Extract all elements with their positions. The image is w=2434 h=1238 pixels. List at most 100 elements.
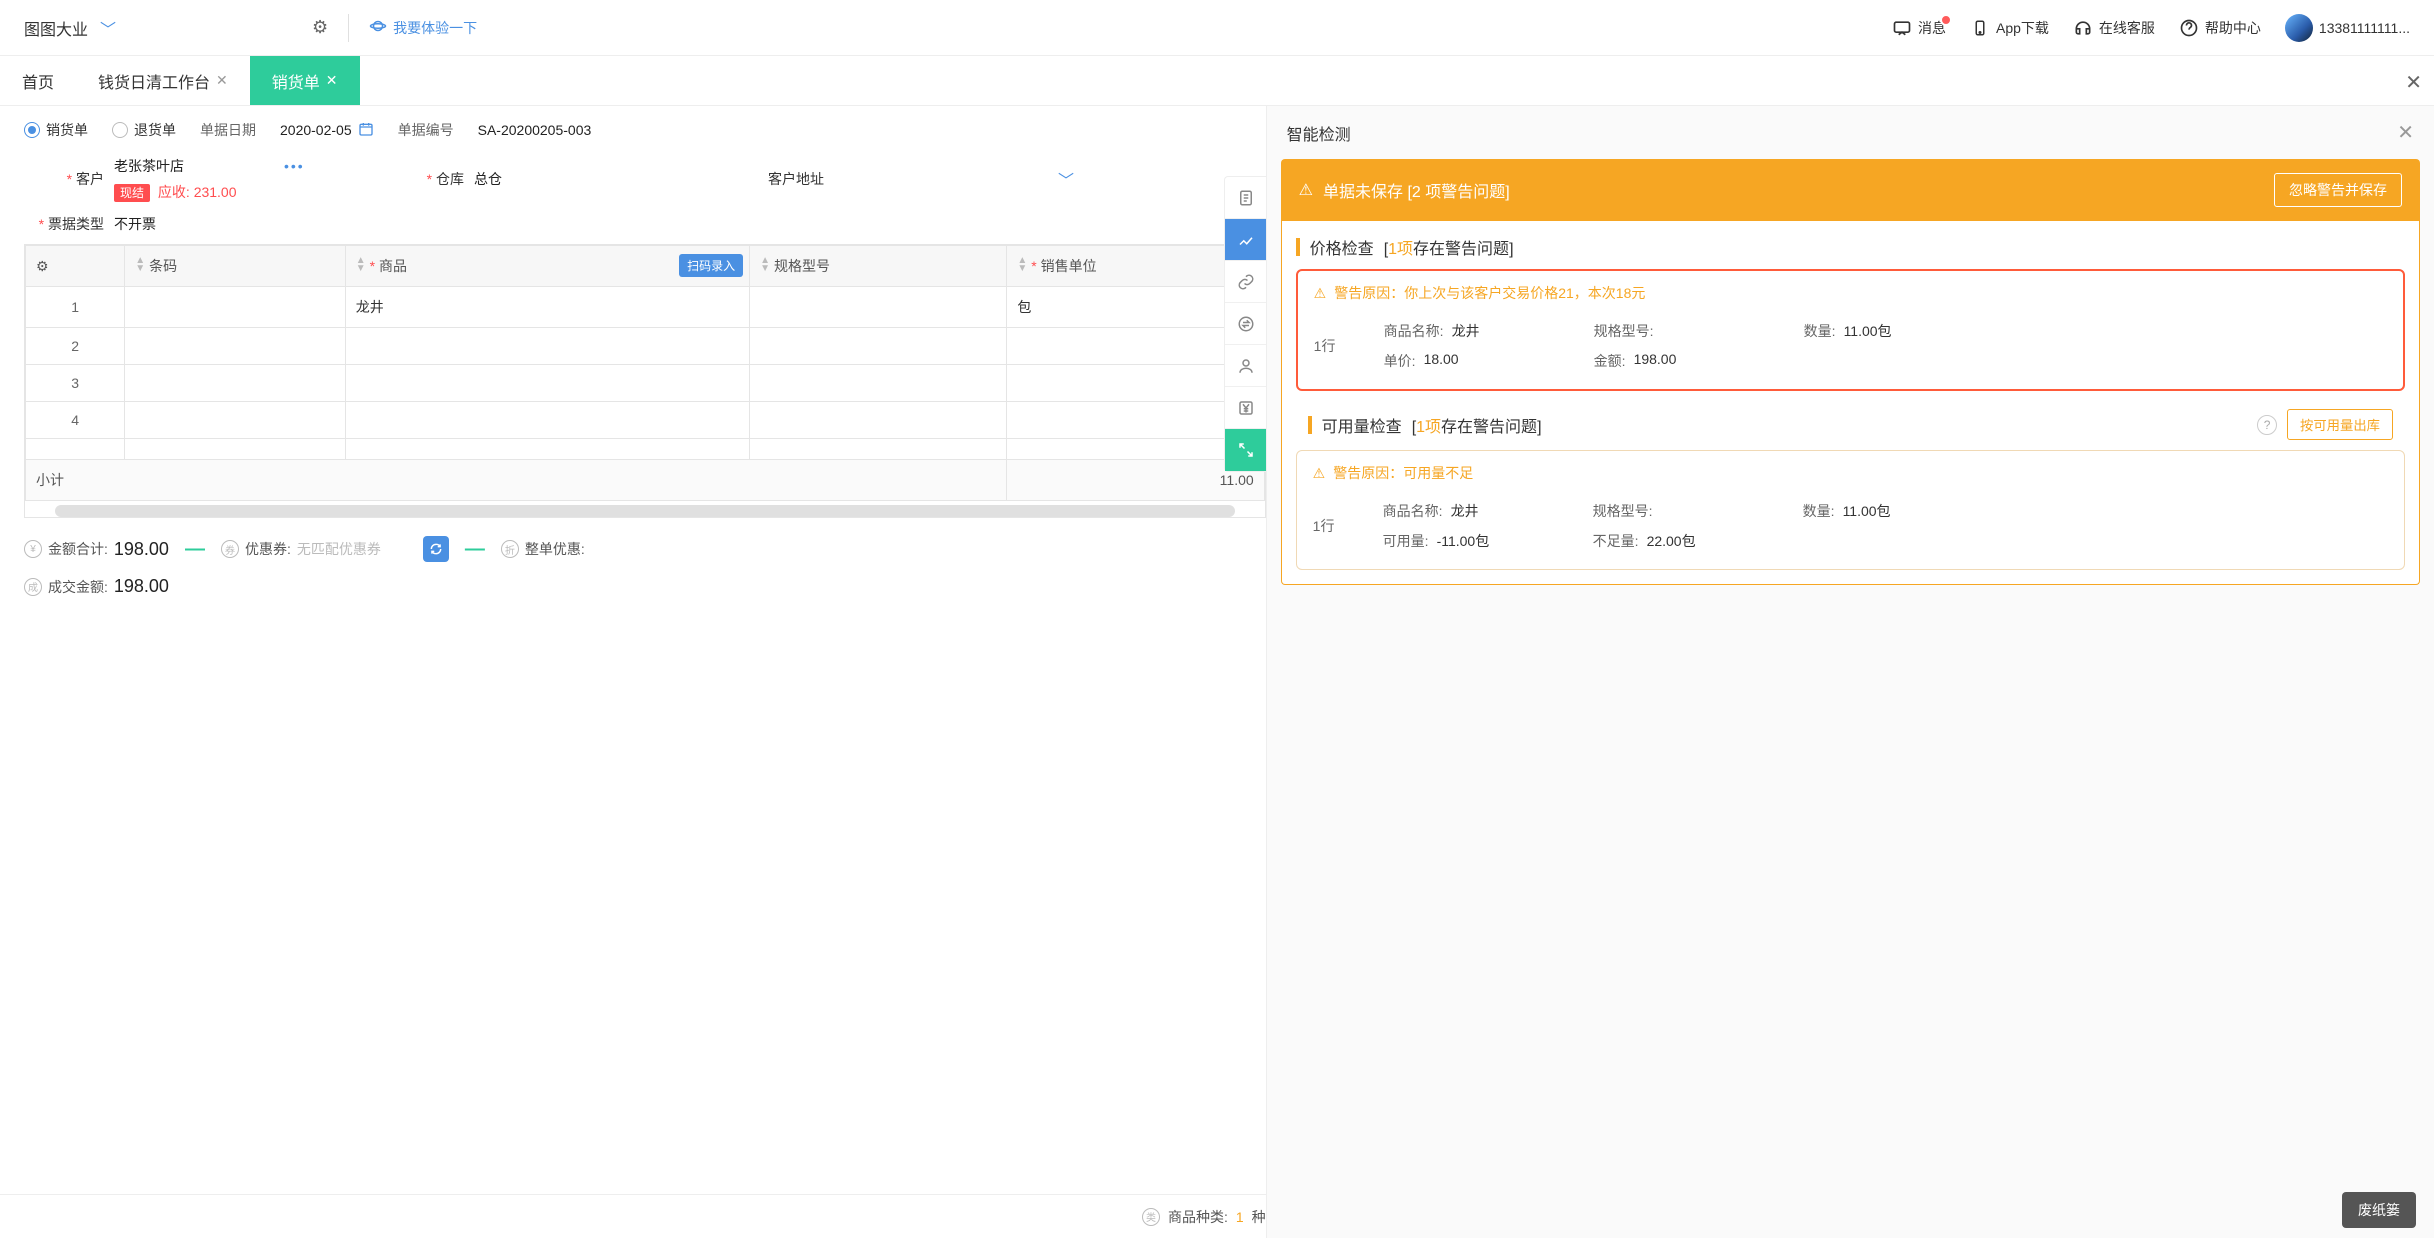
doc-date-label: 单据日期 [200,120,256,140]
planet-icon [369,17,387,38]
amount-label: 金额合计: [48,539,108,559]
invoice-type-value[interactable]: 不开票 [114,214,156,234]
check-card: 价格检查 [1项存在警告问题] ⚠ 警告原因：你上次与该客户交易价格21，本次1… [1281,221,2420,585]
discount-icon: 折 [501,540,519,558]
warehouse-value[interactable]: 总仓 [474,169,502,189]
col-spec[interactable]: ▲▼规格型号 [750,246,1007,287]
radio-sales[interactable]: 销货单 [24,120,88,140]
product-kinds-suffix: 种 [1252,1207,1266,1227]
coupon-label: 优惠券: [245,539,291,559]
close-panel-icon[interactable]: ✕ [2397,120,2414,145]
coupon-input[interactable]: 无匹配优惠券 [297,539,417,559]
section-bar-icon [1296,238,1300,256]
minus-icon: — [185,538,205,561]
trash-button[interactable]: 废纸篓 [2342,1192,2416,1228]
deal-icon: 成 [24,578,42,596]
rail-yen-icon[interactable] [1225,387,1266,429]
deal-amount-value: 198.00 [114,576,169,597]
sort-icon: ▲▼ [1017,257,1027,273]
panel-title: 智能检测 [1287,121,1351,145]
table-row[interactable]: 3 [26,365,1265,402]
product-kinds-label: 商品种类: [1168,1207,1228,1227]
col-barcode[interactable]: ▲▼条码 [125,246,346,287]
message-icon [1892,18,1912,38]
settings-gear-icon[interactable]: ⚙ [312,17,328,38]
close-icon[interactable]: ✕ [216,72,228,89]
avail-warning-box: ⚠ 警告原因：可用量不足 1行 商品名称:龙井 规格型号: 数量:11.00包 … [1296,450,2405,570]
customer-lookup-icon[interactable]: ••• [284,158,305,174]
refresh-coupon-button[interactable] [423,536,449,562]
sales-order-form: 销货单 退货单 单据日期 2020-02-05 单据编号 SA-20200205… [0,106,1266,1238]
invoice-type-label: 票据类型 [24,214,104,234]
close-icon[interactable]: ✕ [326,72,338,89]
table-header-row: ⚙ ▲▼条码 ▲▼商品扫码录入 ▲▼规格型号 ▲▼销售单位 [26,246,1265,287]
help-center-action[interactable]: 帮助中心 [2179,18,2261,38]
rail-swap-icon[interactable] [1225,303,1266,345]
warehouse-field: 仓库 总仓 [384,156,684,202]
user-menu[interactable]: 13381111111... [2285,14,2410,42]
sort-icon: ▲▼ [356,257,366,273]
rail-link-icon[interactable] [1225,261,1266,303]
scan-input-badge[interactable]: 扫码录入 [679,254,743,277]
gear-icon: ⚙ [36,258,49,274]
line-items-table: ⚙ ▲▼条码 ▲▼商品扫码录入 ▲▼规格型号 ▲▼销售单位 1龙井包 2 3 4… [24,244,1266,518]
chevron-down-icon[interactable]: ﹀ [1058,167,1074,191]
customer-value[interactable]: 老张茶叶店 [114,156,184,176]
close-all-tabs-icon[interactable]: ✕ [2405,70,2422,95]
kinds-icon: 类 [1142,1208,1160,1226]
customer-addr-field: 客户地址 ﹀ [744,156,1074,202]
table-row[interactable] [26,439,1265,460]
try-experience-link[interactable]: 我要体验一下 [369,17,477,38]
online-service-action[interactable]: 在线客服 [2073,18,2155,38]
doc-date-value: 2020-02-05 [280,122,352,138]
company-select[interactable]: 图图大业 ﹀ [24,16,304,40]
app-download-action[interactable]: App下载 [1970,18,2049,38]
receivable-label: 应收: [158,184,190,200]
table-row[interactable]: 4 [26,402,1265,439]
warning-triangle-icon: ⚠ [1299,180,1313,200]
rail-doc-icon[interactable] [1225,177,1266,219]
minus-icon: — [465,538,485,561]
sort-icon: ▲▼ [135,257,145,273]
rail-expand-icon[interactable] [1225,429,1266,471]
try-link-label: 我要体验一下 [393,18,477,38]
avatar [2285,14,2313,42]
rail-chart-icon[interactable] [1225,219,1266,261]
price-warning-box: ⚠ 警告原因：你上次与该客户交易价格21，本次18元 1行 商品名称:龙井 规格… [1296,269,2405,391]
company-name: 图图大业 [24,16,88,40]
yen-icon: ¥ [24,540,42,558]
ignore-save-button[interactable]: 忽略警告并保存 [2274,173,2402,207]
smart-check-panel: 智能检测 ✕ ⚠ 单据未保存 [2 项警告问题] 忽略警告并保存 价格检查 [1… [1266,106,2434,1238]
table-row[interactable]: 1龙井包 [26,287,1265,328]
doc-date-field[interactable]: 2020-02-05 [280,121,374,140]
bottom-bar: 类 商品种类: 1 种 [0,1194,1266,1238]
tab-sales-order[interactable]: 销货单 ✕ [250,56,360,105]
app-download-label: App下载 [1996,18,2049,38]
online-service-label: 在线客服 [2099,18,2155,38]
section-bar-icon [1308,416,1312,434]
table-row[interactable]: 2 [26,328,1265,365]
mobile-icon [1970,18,1990,38]
amount-value: 198.00 [114,539,169,560]
tab-home[interactable]: 首页 [0,56,76,105]
message-action[interactable]: 消息 [1892,18,1946,38]
ship-by-available-button[interactable]: 按可用量出库 [2287,409,2393,440]
coupon-icon: 券 [221,540,239,558]
horizontal-scrollbar[interactable] [55,505,1235,517]
help-icon[interactable]: ? [2257,415,2277,435]
tab-label: 销货单 [272,69,320,93]
radio-label: 退货单 [134,120,176,140]
radio-return[interactable]: 退货单 [112,120,176,140]
col-settings[interactable]: ⚙ [26,246,125,287]
receivable-row: 现结 应收: 231.00 [114,182,314,202]
tabs-row: 首页 钱货日清工作台 ✕ 销货单 ✕ ✕ [0,56,2434,106]
topbar: 图图大业 ﹀ ⚙ 我要体验一下 消息 App下载 在线客服 帮助中心 133 [0,0,2434,56]
help-icon [2179,18,2199,38]
rail-person-icon[interactable] [1225,345,1266,387]
col-product[interactable]: ▲▼商品扫码录入 [345,246,749,287]
calendar-icon [358,121,374,140]
tab-label: 首页 [22,69,54,93]
headset-icon [2073,18,2093,38]
user-phone: 13381111111... [2319,20,2410,36]
tab-workbench[interactable]: 钱货日清工作台 ✕ [76,56,250,105]
